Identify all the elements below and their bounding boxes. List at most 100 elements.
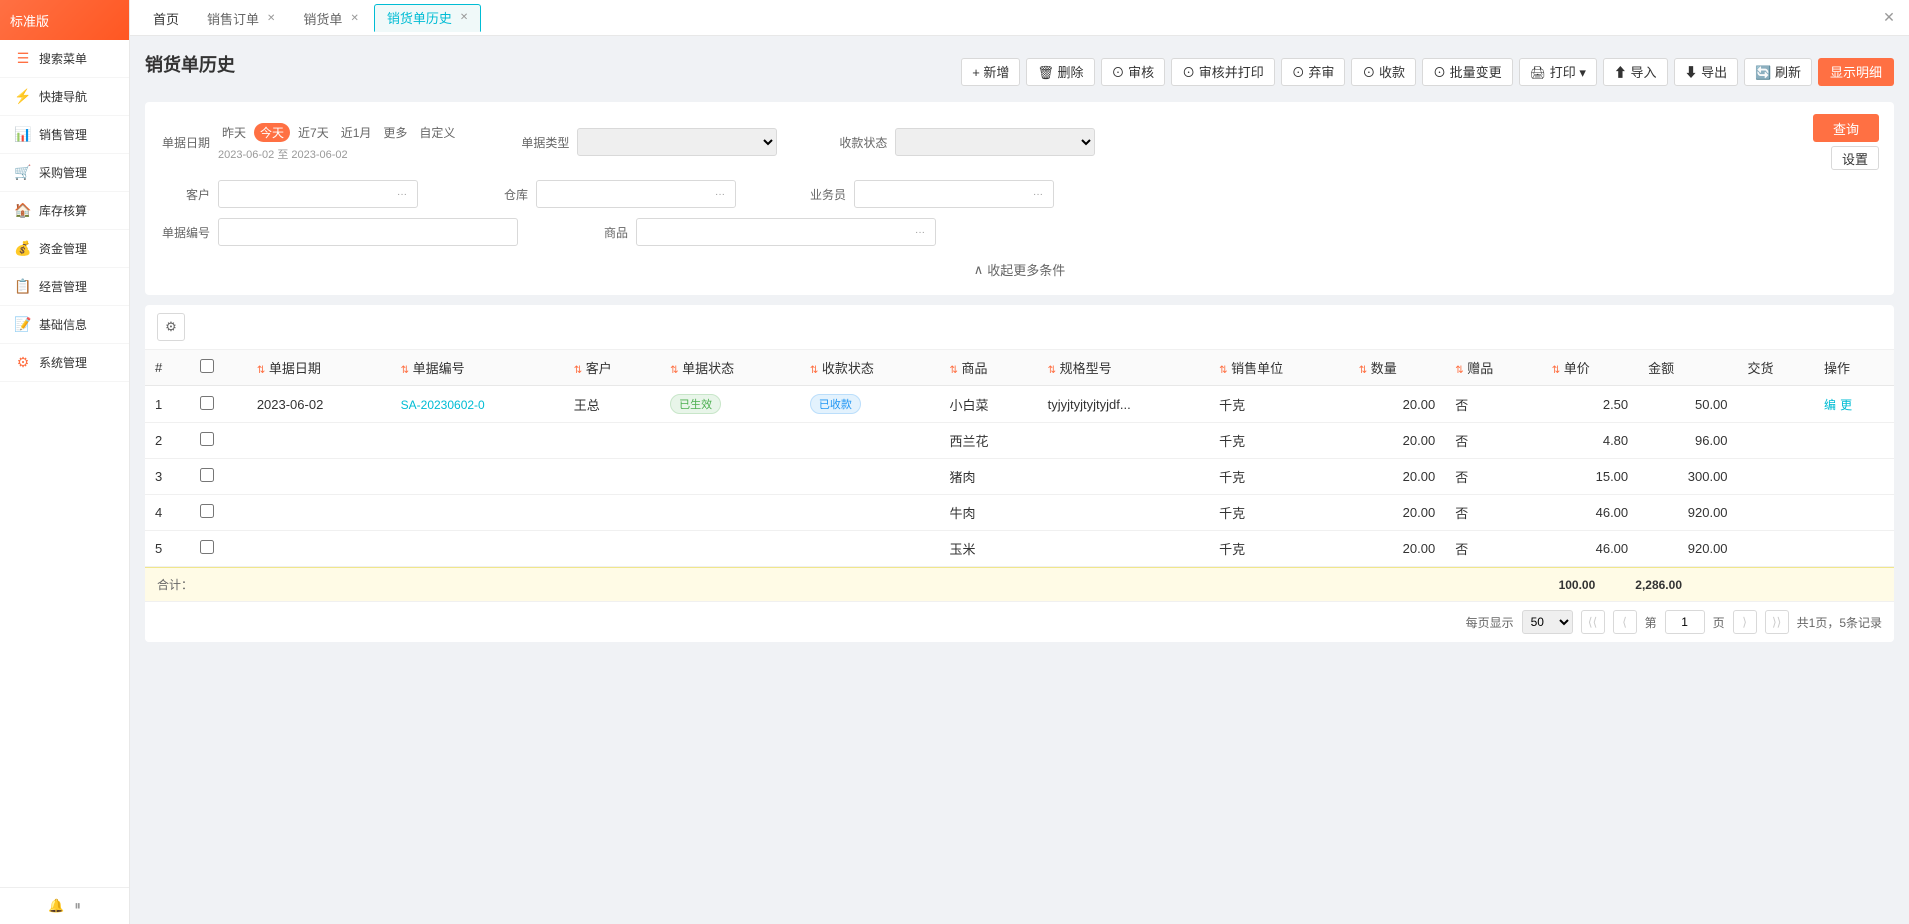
- more-link[interactable]: 更: [1840, 396, 1852, 413]
- date-tab-yesterday[interactable]: 昨天: [218, 123, 250, 142]
- date-tab-7days[interactable]: 近7天: [294, 123, 333, 142]
- cell-idx: 5: [145, 531, 190, 567]
- table-toolbar: ⚙: [145, 305, 1894, 350]
- date-tab-custom[interactable]: 自定义: [415, 123, 459, 142]
- sidebar-item-quick-nav[interactable]: ⚡ 快捷导航: [0, 78, 129, 116]
- col-amount[interactable]: 金额: [1638, 350, 1737, 386]
- page-last-btn[interactable]: ⟩⟩: [1765, 610, 1789, 634]
- date-tab-1month[interactable]: 近1月: [337, 123, 376, 142]
- goods-select-btn[interactable]: ···: [911, 227, 929, 238]
- sidebar-item-label: 销售管理: [39, 126, 87, 143]
- col-spec[interactable]: ⇅ 规格型号: [1038, 350, 1209, 386]
- sidebar-footer: 🔔 ⏸: [0, 887, 129, 924]
- sidebar-footer-icon2[interactable]: ⏸: [74, 898, 81, 914]
- cell-gift: 否: [1445, 423, 1541, 459]
- row-checkbox[interactable]: [200, 468, 214, 482]
- print-button[interactable]: 🖨 打印 ▾: [1519, 58, 1597, 86]
- col-collect-status[interactable]: ⇅ 收款状态: [800, 350, 940, 386]
- collect-status-select[interactable]: [895, 128, 1095, 156]
- cell-unit: 千克: [1209, 459, 1349, 495]
- sidebar-item-sys-mgmt[interactable]: ⚙ 系统管理: [0, 344, 129, 382]
- add-button[interactable]: + 新增: [961, 58, 1020, 86]
- table-footer: 合计： 100.00 2,286.00: [145, 567, 1894, 601]
- col-idx: #: [145, 350, 190, 386]
- row-checkbox[interactable]: [200, 432, 214, 446]
- tab-sales-goods-close[interactable]: ✕: [350, 13, 358, 24]
- tab-bar-close[interactable]: ✕: [1879, 8, 1899, 28]
- setting-button[interactable]: 设置: [1831, 146, 1879, 170]
- delete-button[interactable]: 🗑 删除: [1026, 58, 1094, 86]
- cell-gift: 否: [1445, 495, 1541, 531]
- warehouse-input[interactable]: [543, 187, 711, 201]
- col-price[interactable]: ⇅ 单价: [1542, 350, 1638, 386]
- date-tab-today[interactable]: 今天: [254, 123, 290, 142]
- row-checkbox[interactable]: [200, 540, 214, 554]
- table-header-row: # ⇅ 单据日期 ⇅ 单据编号 ⇅ 客户 ⇅ 单据状态 ⇅ 收款状态 ⇅ 商品 …: [145, 350, 1894, 386]
- select-all-checkbox[interactable]: [200, 359, 214, 373]
- page-number-input[interactable]: [1665, 610, 1705, 634]
- col-qty[interactable]: ⇅ 数量: [1349, 350, 1445, 386]
- tab-sales-history-close[interactable]: ✕: [460, 12, 468, 23]
- show-detail-button[interactable]: 显示明细: [1818, 58, 1894, 86]
- cell-doc-status: [660, 495, 800, 531]
- sidebar-item-sales-mgmt[interactable]: 📊 销售管理: [0, 116, 129, 154]
- abandon-button[interactable]: ⊙ 弃审: [1281, 58, 1346, 86]
- doc-no-input[interactable]: [218, 218, 518, 246]
- col-unit[interactable]: ⇅ 销售单位: [1209, 350, 1349, 386]
- cell-trade: [1738, 386, 1815, 423]
- tab-home[interactable]: 首页: [140, 4, 192, 32]
- sidebar-item-purchase-mgmt[interactable]: 🛒 采购管理: [0, 154, 129, 192]
- customer-select-btn[interactable]: ···: [393, 189, 411, 200]
- cell-amount: 300.00: [1638, 459, 1737, 495]
- col-goods[interactable]: ⇅ 商品: [940, 350, 1038, 386]
- cell-actions: [1814, 531, 1894, 567]
- goods-input[interactable]: [643, 225, 911, 239]
- customer-input[interactable]: [225, 187, 393, 201]
- edit-link[interactable]: 编: [1824, 396, 1836, 413]
- page-size-select[interactable]: 50 100 200: [1522, 610, 1573, 634]
- batch-change-button[interactable]: ⊙ 批量变更: [1422, 58, 1513, 86]
- col-doc-status[interactable]: ⇅ 单据状态: [660, 350, 800, 386]
- tab-sales-order-close[interactable]: ✕: [267, 13, 275, 24]
- collapse-button[interactable]: ∧ 收起更多条件: [160, 256, 1879, 283]
- doc-type-select[interactable]: [577, 128, 777, 156]
- col-doc-no[interactable]: ⇅ 单据编号: [391, 350, 564, 386]
- date-tab-more[interactable]: 更多: [379, 123, 411, 142]
- sidebar-footer-icon1[interactable]: 🔔: [48, 898, 64, 914]
- collect-button[interactable]: ⊙ 收款: [1351, 58, 1416, 86]
- date-filter: 单据日期 昨天 今天 近7天 近1月 更多 自定义 2023-06-02 至 2…: [160, 123, 459, 162]
- tab-sales-history[interactable]: 销货单历史 ✕: [374, 4, 481, 32]
- page-next-btn[interactable]: ⟩: [1733, 610, 1757, 634]
- row-checkbox[interactable]: [200, 504, 214, 518]
- import-button[interactable]: ⬆ 导入: [1603, 58, 1668, 86]
- refresh-button[interactable]: 🔄 刷新: [1744, 58, 1812, 86]
- sidebar-item-finance-mgmt[interactable]: 💰 资金管理: [0, 230, 129, 268]
- sidebar-item-search-menu[interactable]: ☰ 搜索菜单: [0, 40, 129, 78]
- audit-button[interactable]: ⊙ 审核: [1101, 58, 1166, 86]
- staff-input[interactable]: [861, 187, 1029, 201]
- warehouse-select-btn[interactable]: ···: [711, 189, 729, 200]
- tab-sales-order[interactable]: 销售订单 ✕: [194, 4, 288, 32]
- sidebar-item-inventory[interactable]: 🏠 库存核算: [0, 192, 129, 230]
- tab-sales-goods[interactable]: 销货单 ✕: [290, 4, 371, 32]
- page-prev-btn[interactable]: ⟨: [1613, 610, 1637, 634]
- cell-checkbox: [190, 386, 247, 423]
- col-customer[interactable]: ⇅ 客户: [564, 350, 660, 386]
- sidebar-item-basic-info[interactable]: 📝 基础信息: [0, 306, 129, 344]
- audit-print-button[interactable]: ⊙ 审核并打印: [1171, 58, 1275, 86]
- sidebar-item-operation-mgmt[interactable]: 📋 经营管理: [0, 268, 129, 306]
- row-checkbox[interactable]: [200, 396, 214, 410]
- table-settings-icon[interactable]: ⚙: [157, 313, 185, 341]
- cell-amount: 920.00: [1638, 495, 1737, 531]
- staff-select-btn[interactable]: ···: [1029, 189, 1047, 200]
- col-gift[interactable]: ⇅ 赠品: [1445, 350, 1541, 386]
- cell-goods: 猪肉: [940, 459, 1038, 495]
- cell-doc-no: [391, 459, 564, 495]
- cell-price: 15.00: [1542, 459, 1638, 495]
- page-first-btn[interactable]: ⟨⟨: [1581, 610, 1605, 634]
- export-button[interactable]: ⬇ 导出: [1674, 58, 1739, 86]
- query-button[interactable]: 查询: [1813, 114, 1879, 142]
- doc-no-link[interactable]: SA-20230602-0: [401, 398, 485, 412]
- col-date[interactable]: ⇅ 单据日期: [247, 350, 391, 386]
- cell-collect-status: [800, 423, 940, 459]
